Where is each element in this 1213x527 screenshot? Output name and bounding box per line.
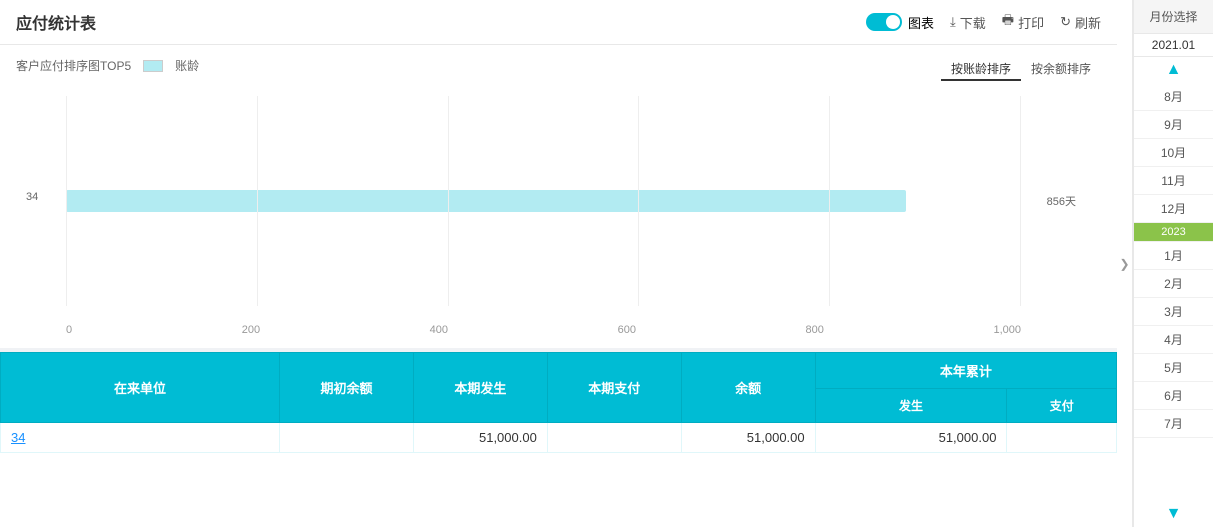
sidebar-month-item[interactable]: 9月 — [1134, 111, 1213, 139]
chart-bar-container — [66, 190, 1021, 212]
print-button[interactable]: 🖶 打印 — [1002, 11, 1044, 33]
sidebar-month-item[interactable]: 2月 — [1134, 270, 1213, 298]
sidebar-expand-handle[interactable]: ❯ — [1117, 0, 1133, 527]
cell-unit[interactable]: 34 — [1, 423, 280, 453]
sidebar-month-item[interactable]: 12月 — [1134, 195, 1213, 223]
x-label-0: 0 — [66, 324, 72, 336]
sort-by-balance-button[interactable]: 按余额排序 — [1021, 58, 1101, 81]
toggle-knob — [886, 15, 900, 29]
sidebar-months-list: 8月9月10月11月12月20231月2月3月4月5月6月7月 — [1134, 83, 1213, 501]
col-header-ytd: 本年累计 — [815, 353, 1116, 389]
chart-bar — [66, 190, 906, 212]
sidebar-month-item[interactable]: 11月 — [1134, 167, 1213, 195]
cell-current-pay — [547, 423, 681, 453]
col-header-unit: 在来单位 — [1, 353, 280, 423]
chart-y-label: 34 — [26, 191, 38, 203]
cell-balance: 51,000.00 — [681, 423, 815, 453]
col-header-current-pay: 本期支付 — [547, 353, 681, 423]
sidebar-month-item[interactable]: 4月 — [1134, 326, 1213, 354]
download-icon: ⤓ — [950, 14, 956, 30]
chart-bar-right-label: 856天 — [1047, 193, 1076, 209]
cell-ytd-pay — [1007, 423, 1117, 453]
col-header-balance: 余额 — [681, 353, 815, 423]
header-actions: 图表 ⤓ 下载 🖶 打印 ↻ 刷新 — [866, 11, 1101, 33]
chart-plot: 856天 — [66, 96, 1021, 306]
x-label-200: 200 — [242, 324, 260, 336]
chart-x-axis: 0 200 400 600 800 1,000 — [66, 324, 1021, 336]
chart-sort-buttons: 按账龄排序 按余额排序 — [941, 58, 1101, 81]
col-subheader-ytd-pay: 支付 — [1007, 389, 1117, 423]
chart-legend: 客户应付排序图TOP5 账龄 — [16, 57, 199, 74]
refresh-button[interactable]: ↻ 刷新 — [1060, 13, 1101, 32]
sidebar-month-item[interactable]: 6月 — [1134, 382, 1213, 410]
table-header-row: 在来单位 期初余额 本期发生 本期支付 余额 本年累计 — [1, 353, 1117, 389]
sidebar-month-item[interactable]: 8月 — [1134, 83, 1213, 111]
page-title: 应付统计表 — [16, 10, 96, 34]
sidebar-month-item[interactable]: 5月 — [1134, 354, 1213, 382]
sidebar-month-item[interactable]: 1月 — [1134, 242, 1213, 270]
table-row: 34 51,000.00 51,000.00 51,000.00 — [1, 423, 1117, 453]
col-header-opening: 期初余额 — [280, 353, 414, 423]
table-body: 34 51,000.00 51,000.00 51,000.00 — [1, 423, 1117, 453]
chart-legend-box — [143, 60, 163, 72]
chart-toggle-wrap[interactable]: 图表 — [866, 13, 934, 32]
sidebar-scroll-down-button[interactable]: ▼ — [1134, 501, 1213, 527]
refresh-icon: ↻ — [1060, 14, 1071, 30]
sidebar-scroll-up-button[interactable]: ▲ — [1134, 57, 1213, 83]
table-area: 在来单位 期初余额 本期发生 本期支付 余额 本年累计 发生 支付 34 51,… — [0, 352, 1117, 527]
x-label-800: 800 — [806, 324, 824, 336]
col-subheader-ytd-occur: 发生 — [815, 389, 1007, 423]
chart-legend-box-label: 账龄 — [175, 57, 199, 74]
sidebar-month-item[interactable]: 2023 — [1134, 223, 1213, 242]
chart-container: 34 856天 0 — [16, 86, 1101, 336]
chart-toggle-label: 图表 — [908, 13, 934, 32]
sidebar-header: 月份选择 — [1134, 0, 1213, 34]
sidebar-month-item[interactable]: 3月 — [1134, 298, 1213, 326]
x-label-1000: 1,000 — [993, 324, 1021, 336]
sidebar-year-display: 2021.01 — [1134, 34, 1213, 57]
cell-opening — [280, 423, 414, 453]
x-label-400: 400 — [430, 324, 448, 336]
chart-area: 客户应付排序图TOP5 账龄 按账龄排序 按余额排序 34 856天 — [0, 45, 1117, 348]
x-label-600: 600 — [618, 324, 636, 336]
cell-ytd-occur: 51,000.00 — [815, 423, 1007, 453]
cell-current-occur: 51,000.00 — [413, 423, 547, 453]
month-selector-sidebar: 月份选择 2021.01 ▲ 8月9月10月11月12月20231月2月3月4月… — [1133, 0, 1213, 527]
page-header: 应付统计表 图表 ⤓ 下载 🖶 打印 ↻ 刷新 — [0, 0, 1117, 45]
sort-by-age-button[interactable]: 按账龄排序 — [941, 58, 1021, 81]
col-header-current-occur: 本期发生 — [413, 353, 547, 423]
print-icon: 🖶 — [1002, 11, 1014, 33]
chart-legend-label: 客户应付排序图TOP5 — [16, 57, 131, 74]
chart-toggle[interactable] — [866, 13, 902, 31]
data-table: 在来单位 期初余额 本期发生 本期支付 余额 本年累计 发生 支付 34 51,… — [0, 352, 1117, 453]
sidebar-month-item[interactable]: 7月 — [1134, 410, 1213, 438]
sidebar-month-item[interactable]: 10月 — [1134, 139, 1213, 167]
download-button[interactable]: ⤓ 下载 — [950, 13, 986, 32]
